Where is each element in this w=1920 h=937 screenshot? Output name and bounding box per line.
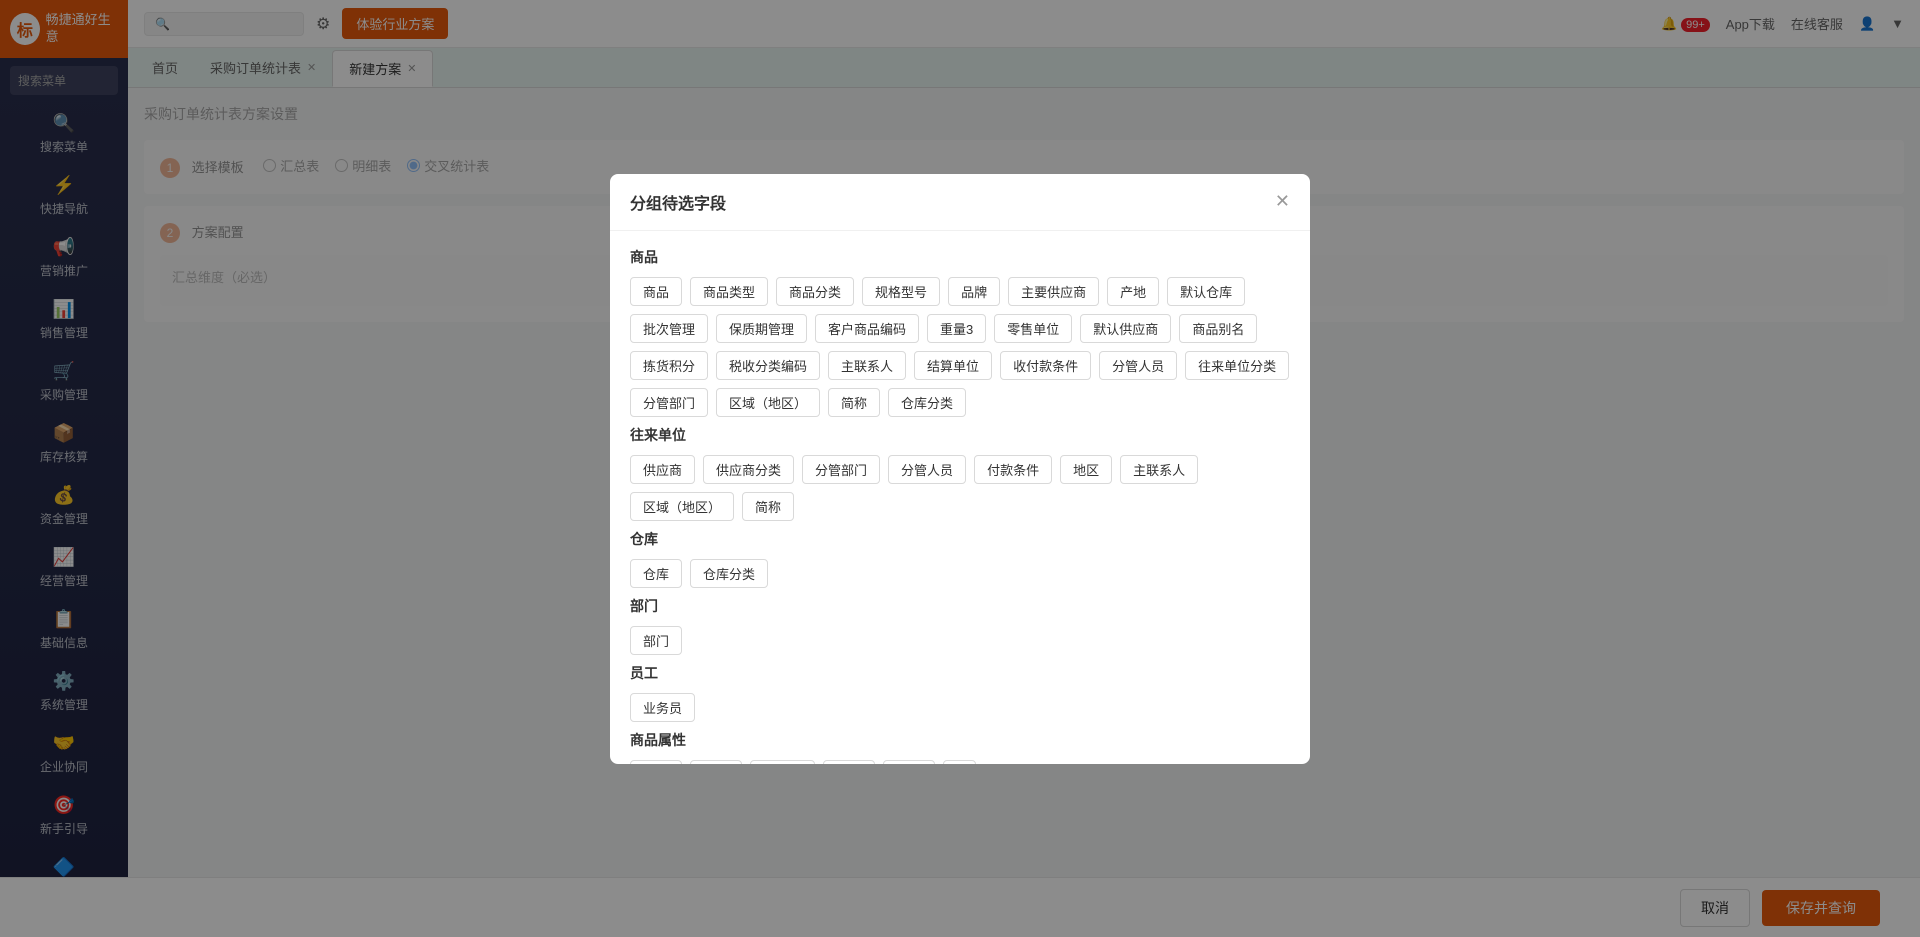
section-goods_attr: 商品属性属性 颜色 多规格 尺码 鞋码 1: [630, 730, 1290, 764]
tag-grid-partner: 供应商供应商分类分管部门分管人员付款条件地区主联系人区域（地区） 简称: [630, 455, 1290, 521]
modal: 分组待选字段 ✕ 商品商品商品类型商品分类规格型号品牌主要供应商产地默认仓库批次…: [610, 174, 1310, 764]
tag-部门[interactable]: 部门: [630, 626, 682, 655]
tag-尺码[interactable]: 尺码: [823, 760, 875, 764]
tag-商品分类[interactable]: 商品分类: [776, 277, 854, 306]
tag-往来单位分类[interactable]: 往来单位分类: [1185, 351, 1289, 380]
tag-grid-goods: 商品商品类型商品分类规格型号品牌主要供应商产地默认仓库批次管理保质期管理客户商品…: [630, 277, 1290, 417]
tag-零售单位[interactable]: 零售单位: [994, 314, 1072, 343]
tag-主联系人[interactable]: 主联系人: [1120, 455, 1198, 484]
modal-header: 分组待选字段 ✕: [610, 174, 1310, 231]
tag-鞋码[interactable]: 鞋码: [883, 760, 935, 764]
tag-供应商分类[interactable]: 供应商分类: [703, 455, 794, 484]
tag-多规格[interactable]: 多规格: [750, 760, 815, 764]
tag-保质期管理[interactable]: 保质期管理: [716, 314, 807, 343]
tag-属性[interactable]: 属性: [630, 760, 682, 764]
section-title-employee: 员工: [630, 663, 1290, 683]
tag-商品类型[interactable]: 商品类型: [690, 277, 768, 306]
tag-商品别名[interactable]: 商品别名: [1179, 314, 1257, 343]
modal-close-button[interactable]: ✕: [1275, 191, 1290, 212]
tag-分管人员[interactable]: 分管人员: [1099, 351, 1177, 380]
tag-简称[interactable]: 简称: [742, 492, 794, 521]
tag-仓库[interactable]: 仓库: [630, 559, 682, 588]
tag-区域（地区）[interactable]: 区域（地区）: [716, 388, 820, 417]
modal-overlay: 分组待选字段 ✕ 商品商品商品类型商品分类规格型号品牌主要供应商产地默认仓库批次…: [0, 0, 1920, 937]
tag-默认供应商[interactable]: 默认供应商: [1080, 314, 1171, 343]
tag-分管部门[interactable]: 分管部门: [802, 455, 880, 484]
tag-供应商[interactable]: 供应商: [630, 455, 695, 484]
tag-规格型号[interactable]: 规格型号: [862, 277, 940, 306]
tag-客户商品编码[interactable]: 客户商品编码: [815, 314, 919, 343]
tag-grid-employee: 业务员: [630, 693, 1290, 722]
tag-地区[interactable]: 地区: [1060, 455, 1112, 484]
tag-grid-warehouse: 仓库仓库分类: [630, 559, 1290, 588]
tag-品牌[interactable]: 品牌: [948, 277, 1000, 306]
tag-主联系人[interactable]: 主联系人: [828, 351, 906, 380]
section-title-goods: 商品: [630, 247, 1290, 267]
tag-默认仓库[interactable]: 默认仓库: [1167, 277, 1245, 306]
section-department: 部门部门: [630, 596, 1290, 655]
tag-区域（地区）[interactable]: 区域（地区）: [630, 492, 734, 521]
tag-拣货积分[interactable]: 拣货积分: [630, 351, 708, 380]
tag-付款条件[interactable]: 付款条件: [974, 455, 1052, 484]
tag-grid-department: 部门: [630, 626, 1290, 655]
section-title-department: 部门: [630, 596, 1290, 616]
section-employee: 员工业务员: [630, 663, 1290, 722]
tag-1[interactable]: 1: [943, 760, 976, 764]
tag-产地[interactable]: 产地: [1107, 277, 1159, 306]
tag-颜色[interactable]: 颜色: [690, 760, 742, 764]
tag-收付款条件[interactable]: 收付款条件: [1000, 351, 1091, 380]
section-title-partner: 往来单位: [630, 425, 1290, 445]
section-title-goods_attr: 商品属性: [630, 730, 1290, 750]
tag-简称[interactable]: 简称: [828, 388, 880, 417]
tag-重量3[interactable]: 重量3: [927, 314, 986, 343]
tag-仓库分类[interactable]: 仓库分类: [690, 559, 768, 588]
section-partner: 往来单位供应商供应商分类分管部门分管人员付款条件地区主联系人区域（地区） 简称: [630, 425, 1290, 521]
modal-body[interactable]: 商品商品商品类型商品分类规格型号品牌主要供应商产地默认仓库批次管理保质期管理客户…: [610, 231, 1310, 764]
modal-title: 分组待选字段: [630, 190, 726, 214]
section-warehouse: 仓库仓库仓库分类: [630, 529, 1290, 588]
tag-分管部门[interactable]: 分管部门: [630, 388, 708, 417]
tag-批次管理[interactable]: 批次管理: [630, 314, 708, 343]
tag-商品[interactable]: 商品: [630, 277, 682, 306]
tag-业务员[interactable]: 业务员: [630, 693, 695, 722]
tag-税收分类编码[interactable]: 税收分类编码: [716, 351, 820, 380]
section-goods: 商品商品商品类型商品分类规格型号品牌主要供应商产地默认仓库批次管理保质期管理客户…: [630, 247, 1290, 417]
tag-结算单位[interactable]: 结算单位: [914, 351, 992, 380]
tag-仓库分类[interactable]: 仓库分类: [888, 388, 966, 417]
tag-主要供应商[interactable]: 主要供应商: [1008, 277, 1099, 306]
tag-分管人员[interactable]: 分管人员: [888, 455, 966, 484]
section-title-warehouse: 仓库: [630, 529, 1290, 549]
tag-grid-goods_attr: 属性 颜色 多规格 尺码 鞋码 1: [630, 760, 1290, 764]
